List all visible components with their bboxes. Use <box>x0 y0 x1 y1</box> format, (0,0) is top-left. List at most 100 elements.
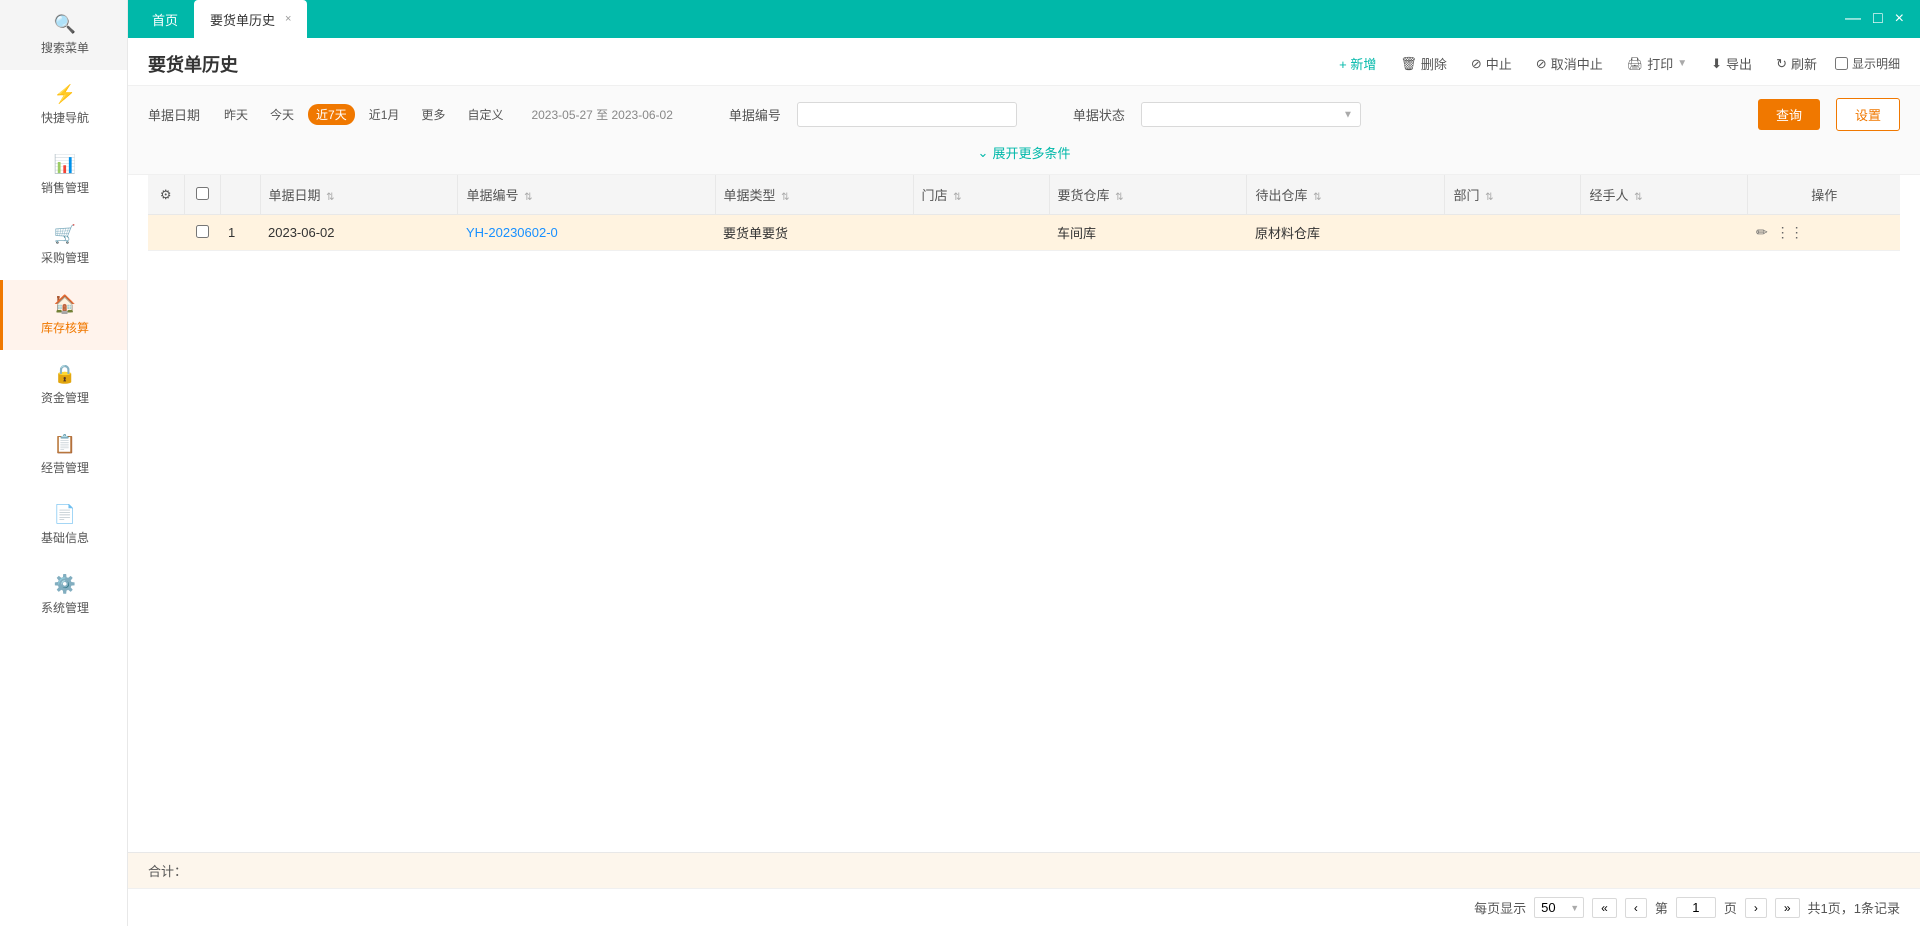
page-label: 第 <box>1655 898 1668 917</box>
td-handler <box>1581 215 1748 251</box>
sidebar-item-fund-mgmt[interactable]: 🔒 资金管理 <box>0 350 127 420</box>
tab-bar-controls: — □ × <box>1845 10 1912 28</box>
tab-requisition-history[interactable]: 要货单历史 × <box>194 0 307 38</box>
basic-info-icon: 📄 <box>54 504 76 525</box>
table-area: ⚙ 单据日期 ⇅ 单据编号 ⇅ <box>128 175 1920 852</box>
td-settings <box>148 215 184 251</box>
sort-handler-icon: ⇅ <box>1634 192 1642 203</box>
th-checkbox[interactable] <box>184 175 220 215</box>
th-handler[interactable]: 经手人 ⇅ <box>1581 175 1748 215</box>
th-pending-warehouse[interactable]: 待出仓库 ⇅ <box>1247 175 1445 215</box>
stop-icon: ⊘ <box>1471 56 1482 72</box>
sidebar-item-sys-mgmt[interactable]: ⚙️ 系统管理 <box>0 560 127 630</box>
sidebar-item-search-menu[interactable]: 🔍 搜索菜单 <box>0 0 127 70</box>
th-doc-type[interactable]: 单据类型 ⇅ <box>715 175 913 215</box>
window-close-btn[interactable]: × <box>1895 10 1904 28</box>
tab-requisition-close[interactable]: × <box>285 13 291 25</box>
td-checkbox[interactable] <box>184 215 220 251</box>
th-req-warehouse[interactable]: 要货仓库 ⇅ <box>1049 175 1247 215</box>
doc-no-link[interactable]: YH-20230602-0 <box>466 225 558 240</box>
new-button[interactable]: + 新增 <box>1333 50 1382 77</box>
sidebar: 🔍 搜索菜单 ⚡ 快捷导航 📊 销售管理 🛒 采购管理 🏠 库存核算 🔒 资金管… <box>0 0 128 926</box>
show-detail-checkbox-wrapper[interactable]: 显示明细 <box>1835 55 1900 72</box>
th-doc-no[interactable]: 单据编号 ⇅ <box>458 175 715 215</box>
cancel-stop-icon: ⊘ <box>1536 56 1547 72</box>
purchase-mgmt-icon: 🛒 <box>54 224 76 245</box>
sidebar-item-ops-mgmt[interactable]: 📋 经营管理 <box>0 420 127 490</box>
print-button[interactable]: 🖨 打印 ▼ <box>1621 50 1693 77</box>
export-icon: ⬇ <box>1711 56 1722 72</box>
sidebar-item-purchase-mgmt[interactable]: 🛒 采购管理 <box>0 210 127 280</box>
ops-mgmt-icon: 📋 <box>54 434 76 455</box>
tab-requisition-label: 要货单历史 <box>210 10 275 29</box>
window-minimize-btn[interactable]: — <box>1845 10 1861 28</box>
status-select-wrapper <box>1141 102 1361 127</box>
th-action: 操作 <box>1748 175 1900 215</box>
sidebar-item-quick-nav[interactable]: ⚡ 快捷导航 <box>0 70 127 140</box>
action-icons: ✏ ⋮⋮ <box>1756 224 1892 241</box>
delete-button[interactable]: 🗑 删除 <box>1394 50 1453 77</box>
th-settings[interactable]: ⚙ <box>148 175 184 215</box>
edit-action-icon[interactable]: ✏ <box>1756 224 1768 241</box>
total-info: 共1页，1条记录 <box>1808 898 1900 917</box>
window-maximize-btn[interactable]: □ <box>1873 10 1883 28</box>
next-page-btn[interactable]: › <box>1745 898 1767 918</box>
query-button[interactable]: 查询 <box>1758 99 1820 130</box>
sidebar-item-sales-mgmt[interactable]: 📊 销售管理 <box>0 140 127 210</box>
date-btn-custom[interactable]: 自定义 <box>459 104 511 125</box>
date-btn-more[interactable]: 更多 <box>413 104 453 125</box>
sidebar-item-basic-info[interactable]: 📄 基础信息 <box>0 490 127 560</box>
date-btn-7days[interactable]: 近7天 <box>308 104 355 125</box>
tab-home[interactable]: 首页 <box>136 0 194 38</box>
settings-button[interactable]: 设置 <box>1836 98 1900 131</box>
table-row: 1 2023-06-02 YH-20230602-0 要货单要货 车间库 原材料… <box>148 215 1900 251</box>
table-footer: 合计： <box>128 852 1920 888</box>
export-button[interactable]: ⬇ 导出 <box>1705 50 1758 77</box>
sidebar-item-fund-mgmt-label: 资金管理 <box>41 389 89 406</box>
more-action-icon[interactable]: ⋮⋮ <box>1776 224 1804 241</box>
content-area: 要货单历史 + 新增 🗑 删除 ⊘ 中止 ⊘ 取消中止 🖨 <box>128 38 1920 926</box>
tab-bar: 首页 要货单历史 × — □ × <box>128 0 1920 38</box>
per-page-select[interactable]: 50 20 100 <box>1534 897 1584 918</box>
date-btn-yesterday[interactable]: 昨天 <box>216 104 256 125</box>
date-btn-today[interactable]: 今天 <box>262 104 302 125</box>
first-page-btn[interactable]: « <box>1592 898 1617 918</box>
td-pending-warehouse: 原材料仓库 <box>1247 215 1445 251</box>
sidebar-item-inventory-calc-label: 库存核算 <box>41 319 89 336</box>
delete-button-label: 删除 <box>1421 54 1447 73</box>
status-select[interactable] <box>1141 102 1361 127</box>
td-doc-type: 要货单要货 <box>715 215 913 251</box>
sidebar-item-sys-mgmt-label: 系统管理 <box>41 599 89 616</box>
print-icon: 🖨 <box>1627 56 1644 72</box>
expand-more-btn[interactable]: ⌄ 展开更多条件 <box>148 139 1900 166</box>
th-store[interactable]: 门店 ⇅ <box>913 175 1049 215</box>
sidebar-item-quick-nav-label: 快捷导航 <box>41 109 89 126</box>
th-dept[interactable]: 部门 ⇅ <box>1445 175 1581 215</box>
date-btn-1month[interactable]: 近1月 <box>361 104 408 125</box>
refresh-button[interactable]: ↻ 刷新 <box>1770 50 1823 77</box>
last-page-btn[interactable]: » <box>1775 898 1800 918</box>
search-menu-icon: 🔍 <box>54 14 76 35</box>
pagination: 每页显示 50 20 100 « ‹ 第 页 › » 共1页，1条记录 <box>128 888 1920 926</box>
stop-button[interactable]: ⊘ 中止 <box>1465 50 1518 77</box>
toolbar: + 新增 🗑 删除 ⊘ 中止 ⊘ 取消中止 🖨 打印 ▼ <box>1333 50 1900 77</box>
th-doc-date[interactable]: 单据日期 ⇅ <box>260 175 458 215</box>
row-checkbox[interactable] <box>196 225 209 238</box>
page-input[interactable] <box>1676 897 1716 918</box>
refresh-button-label: 刷新 <box>1791 54 1817 73</box>
show-detail-checkbox[interactable] <box>1835 57 1848 70</box>
select-all-checkbox[interactable] <box>196 187 209 200</box>
cancel-stop-button[interactable]: ⊘ 取消中止 <box>1530 50 1609 77</box>
td-doc-no: YH-20230602-0 <box>458 215 715 251</box>
sidebar-item-purchase-mgmt-label: 采购管理 <box>41 249 89 266</box>
cancel-stop-button-label: 取消中止 <box>1551 54 1603 73</box>
sidebar-item-inventory-calc[interactable]: 🏠 库存核算 <box>0 280 127 350</box>
doc-no-input[interactable] <box>797 102 1017 127</box>
td-action: ✏ ⋮⋮ <box>1748 215 1900 251</box>
prev-page-btn[interactable]: ‹ <box>1625 898 1647 918</box>
refresh-icon: ↻ <box>1776 56 1787 72</box>
chevron-down-icon: ⌄ <box>978 145 989 161</box>
new-button-label: + 新增 <box>1339 54 1376 73</box>
gear-icon: ⚙ <box>160 187 172 202</box>
sort-pend-wh-icon: ⇅ <box>1313 192 1321 203</box>
